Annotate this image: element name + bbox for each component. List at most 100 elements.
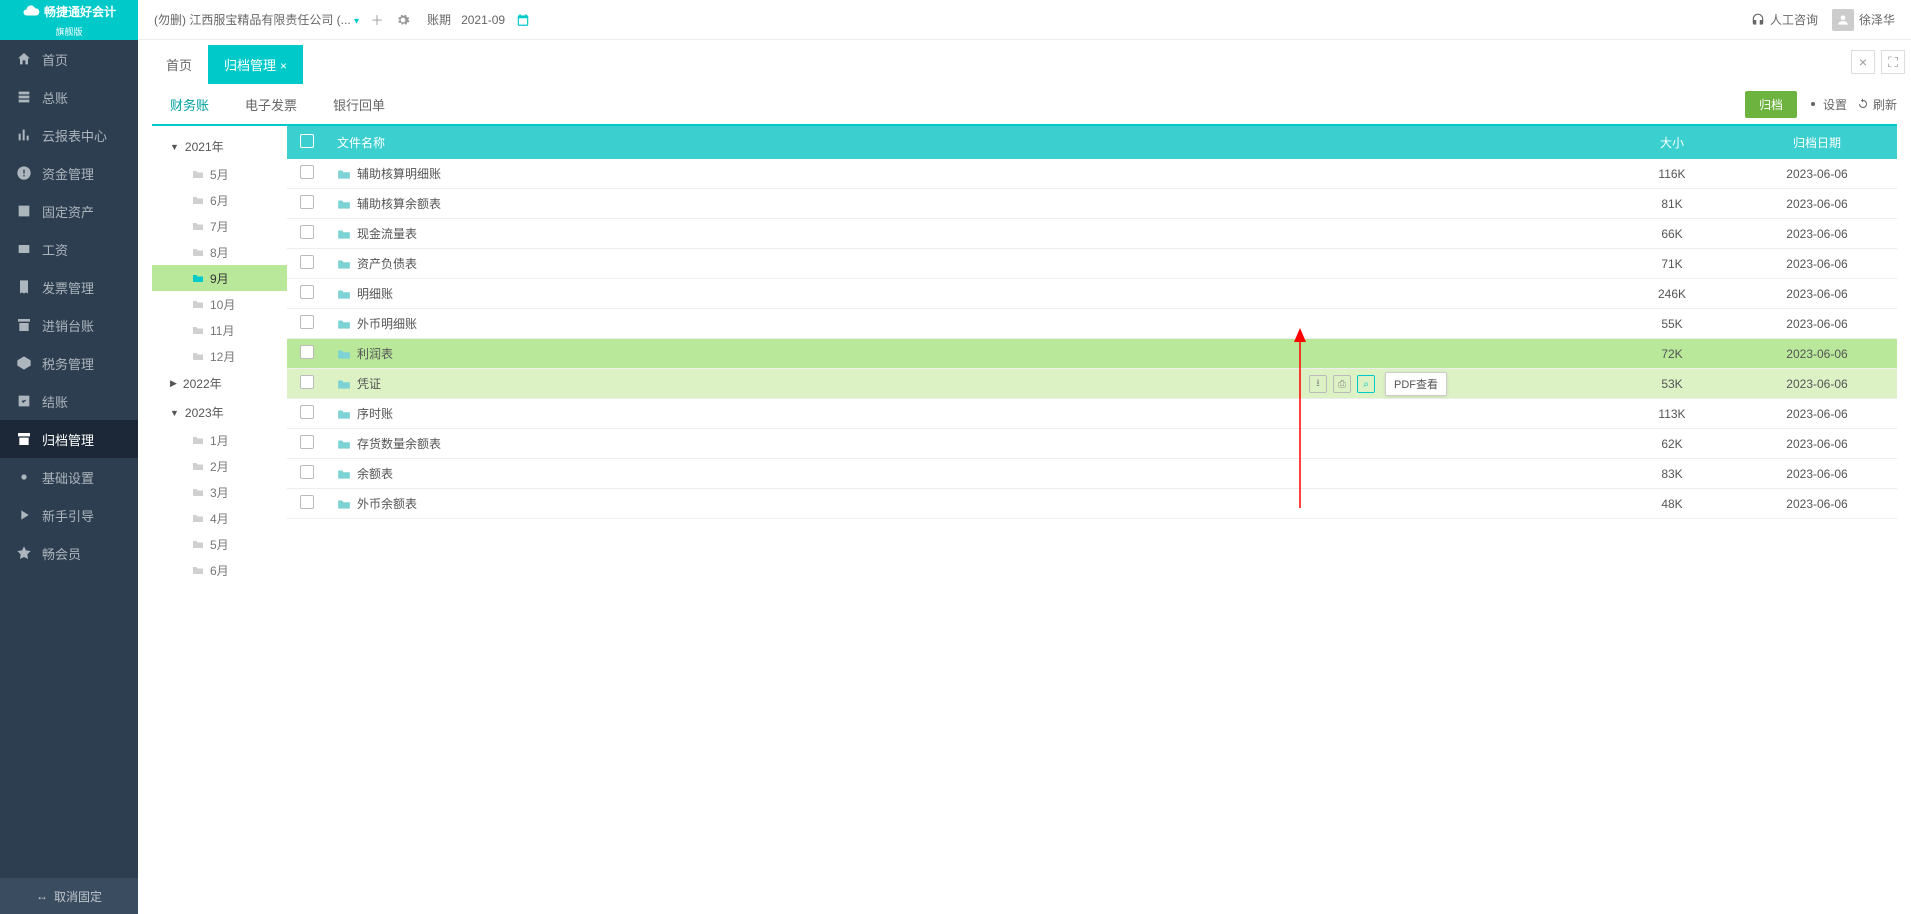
download-icon[interactable]: ⭳: [1309, 375, 1327, 393]
tab-archive[interactable]: 归档管理×: [208, 45, 303, 84]
row-checkbox[interactable]: [300, 405, 314, 419]
period-value[interactable]: 2021-09: [461, 13, 505, 27]
cell-date: 2023-06-06: [1737, 489, 1897, 519]
cell-date: 2023-06-06: [1737, 189, 1897, 219]
refresh-link[interactable]: 刷新: [1857, 96, 1897, 113]
table-row[interactable]: 余额表 83K 2023-06-06: [287, 459, 1897, 489]
nav-home[interactable]: 首页: [0, 40, 138, 78]
file-table: 文件名称 大小 归档日期 辅助核算明细账 116K 2023-06-06 辅助核…: [287, 126, 1897, 519]
archive-button[interactable]: 归档: [1745, 91, 1797, 118]
period-label: 账期: [427, 11, 451, 28]
nav-settings[interactable]: 基础设置: [0, 458, 138, 496]
cell-size: 48K: [1607, 489, 1737, 519]
fullscreen-button[interactable]: ⛶: [1881, 50, 1905, 74]
row-checkbox[interactable]: [300, 255, 314, 269]
cloud-icon: [22, 2, 40, 20]
calendar-icon[interactable]: [515, 12, 531, 28]
table-row[interactable]: 外币明细账 55K 2023-06-06: [287, 309, 1897, 339]
logo-brand: 畅捷通好会计: [44, 3, 116, 20]
headset-icon: [1751, 13, 1765, 27]
tree-month[interactable]: 11月: [152, 317, 287, 343]
gear-icon: [1807, 98, 1819, 110]
nav-report[interactable]: 云报表中心: [0, 116, 138, 154]
table-row[interactable]: 现金流量表 66K 2023-06-06: [287, 219, 1897, 249]
row-checkbox[interactable]: [300, 345, 314, 359]
tree-month[interactable]: 4月: [152, 505, 287, 531]
nav-ledger[interactable]: 总账: [0, 78, 138, 116]
folder-icon: [337, 228, 351, 240]
cell-date: 2023-06-06: [1737, 459, 1897, 489]
pin-toggle[interactable]: ↔ 取消固定: [0, 878, 138, 914]
tree-year[interactable]: ▼2021年: [152, 132, 287, 161]
nav-salary[interactable]: 工资: [0, 230, 138, 268]
tree-month[interactable]: 10月: [152, 291, 287, 317]
tree-month[interactable]: 1月: [152, 427, 287, 453]
nav-tax[interactable]: 税务管理: [0, 344, 138, 382]
table-row[interactable]: 明细账 246K 2023-06-06: [287, 279, 1897, 309]
logo[interactable]: 畅捷通好会计 旗舰版: [0, 0, 138, 40]
close-button[interactable]: ×: [1851, 50, 1875, 74]
view-pdf-icon[interactable]: ⌕: [1357, 375, 1375, 393]
tree-year[interactable]: ▼2023年: [152, 398, 287, 427]
cell-size: 81K: [1607, 189, 1737, 219]
nav-member[interactable]: 畅会员: [0, 534, 138, 572]
folder-icon: [337, 378, 351, 390]
nav-asset[interactable]: 固定资产: [0, 192, 138, 230]
nav-closing[interactable]: 结账: [0, 382, 138, 420]
row-checkbox[interactable]: [300, 195, 314, 209]
folder-icon: [337, 408, 351, 420]
logo-edition: 旗舰版: [55, 25, 82, 38]
tree-month[interactable]: 9月: [152, 265, 287, 291]
row-checkbox[interactable]: [300, 285, 314, 299]
tree-month[interactable]: 12月: [152, 343, 287, 369]
settings-icon[interactable]: [395, 12, 411, 28]
cell-name: 外币余额表: [327, 489, 1607, 519]
nav-fund[interactable]: 资金管理: [0, 154, 138, 192]
subtab-einvoice[interactable]: 电子发票: [227, 84, 315, 125]
table-row[interactable]: 存货数量余额表 62K 2023-06-06: [287, 429, 1897, 459]
company-selector[interactable]: (勿删) 江西服宝精品有限责任公司 (... ▾: [154, 11, 359, 28]
nav-archive[interactable]: 归档管理: [0, 420, 138, 458]
tree-month[interactable]: 5月: [152, 161, 287, 187]
table-row[interactable]: 利润表 72K 2023-06-06: [287, 339, 1897, 369]
table-row[interactable]: 外币余额表 48K 2023-06-06: [287, 489, 1897, 519]
tree-year[interactable]: ▶2022年: [152, 369, 287, 398]
consult-link[interactable]: 人工咨询: [1751, 11, 1818, 28]
cell-date: 2023-06-06: [1737, 219, 1897, 249]
table-row[interactable]: 辅助核算余额表 81K 2023-06-06: [287, 189, 1897, 219]
tree-month[interactable]: 6月: [152, 557, 287, 583]
tree-month[interactable]: 7月: [152, 213, 287, 239]
tree-month[interactable]: 3月: [152, 479, 287, 505]
settings-icon: [16, 469, 32, 485]
table-row[interactable]: 序时账 113K 2023-06-06: [287, 399, 1897, 429]
tree-month[interactable]: 2月: [152, 453, 287, 479]
row-checkbox[interactable]: [300, 375, 314, 389]
settings-link[interactable]: 设置: [1807, 96, 1847, 113]
row-checkbox[interactable]: [300, 225, 314, 239]
nav-guide[interactable]: 新手引导: [0, 496, 138, 534]
tree-month[interactable]: 6月: [152, 187, 287, 213]
salary-icon: [16, 241, 32, 257]
archive-icon: [16, 431, 32, 447]
tree-month[interactable]: 5月: [152, 531, 287, 557]
add-button[interactable]: ＋: [369, 12, 385, 28]
user-menu[interactable]: 徐泽华: [1832, 9, 1895, 31]
subtab-finance[interactable]: 财务账: [152, 84, 227, 126]
row-checkbox[interactable]: [300, 165, 314, 179]
subtab-bankslip[interactable]: 银行回单: [315, 84, 403, 125]
nav-stock[interactable]: 进销台账: [0, 306, 138, 344]
table-row[interactable]: 凭证 ⭳ ⎙ ⌕ PDF查看 53K 2023-06-06: [287, 369, 1897, 399]
row-checkbox[interactable]: [300, 465, 314, 479]
nav-invoice[interactable]: 发票管理: [0, 268, 138, 306]
close-tab-icon[interactable]: ×: [280, 59, 287, 73]
row-checkbox[interactable]: [300, 435, 314, 449]
table-row[interactable]: 辅助核算明细账 116K 2023-06-06: [287, 159, 1897, 189]
pdf-icon[interactable]: ⎙: [1333, 375, 1351, 393]
select-all-checkbox[interactable]: [300, 134, 314, 148]
row-checkbox[interactable]: [300, 495, 314, 509]
table-row[interactable]: 资产负债表 71K 2023-06-06: [287, 249, 1897, 279]
row-checkbox[interactable]: [300, 315, 314, 329]
tab-home[interactable]: 首页: [150, 45, 208, 84]
cell-name: 辅助核算余额表: [327, 189, 1607, 219]
tree-month[interactable]: 8月: [152, 239, 287, 265]
